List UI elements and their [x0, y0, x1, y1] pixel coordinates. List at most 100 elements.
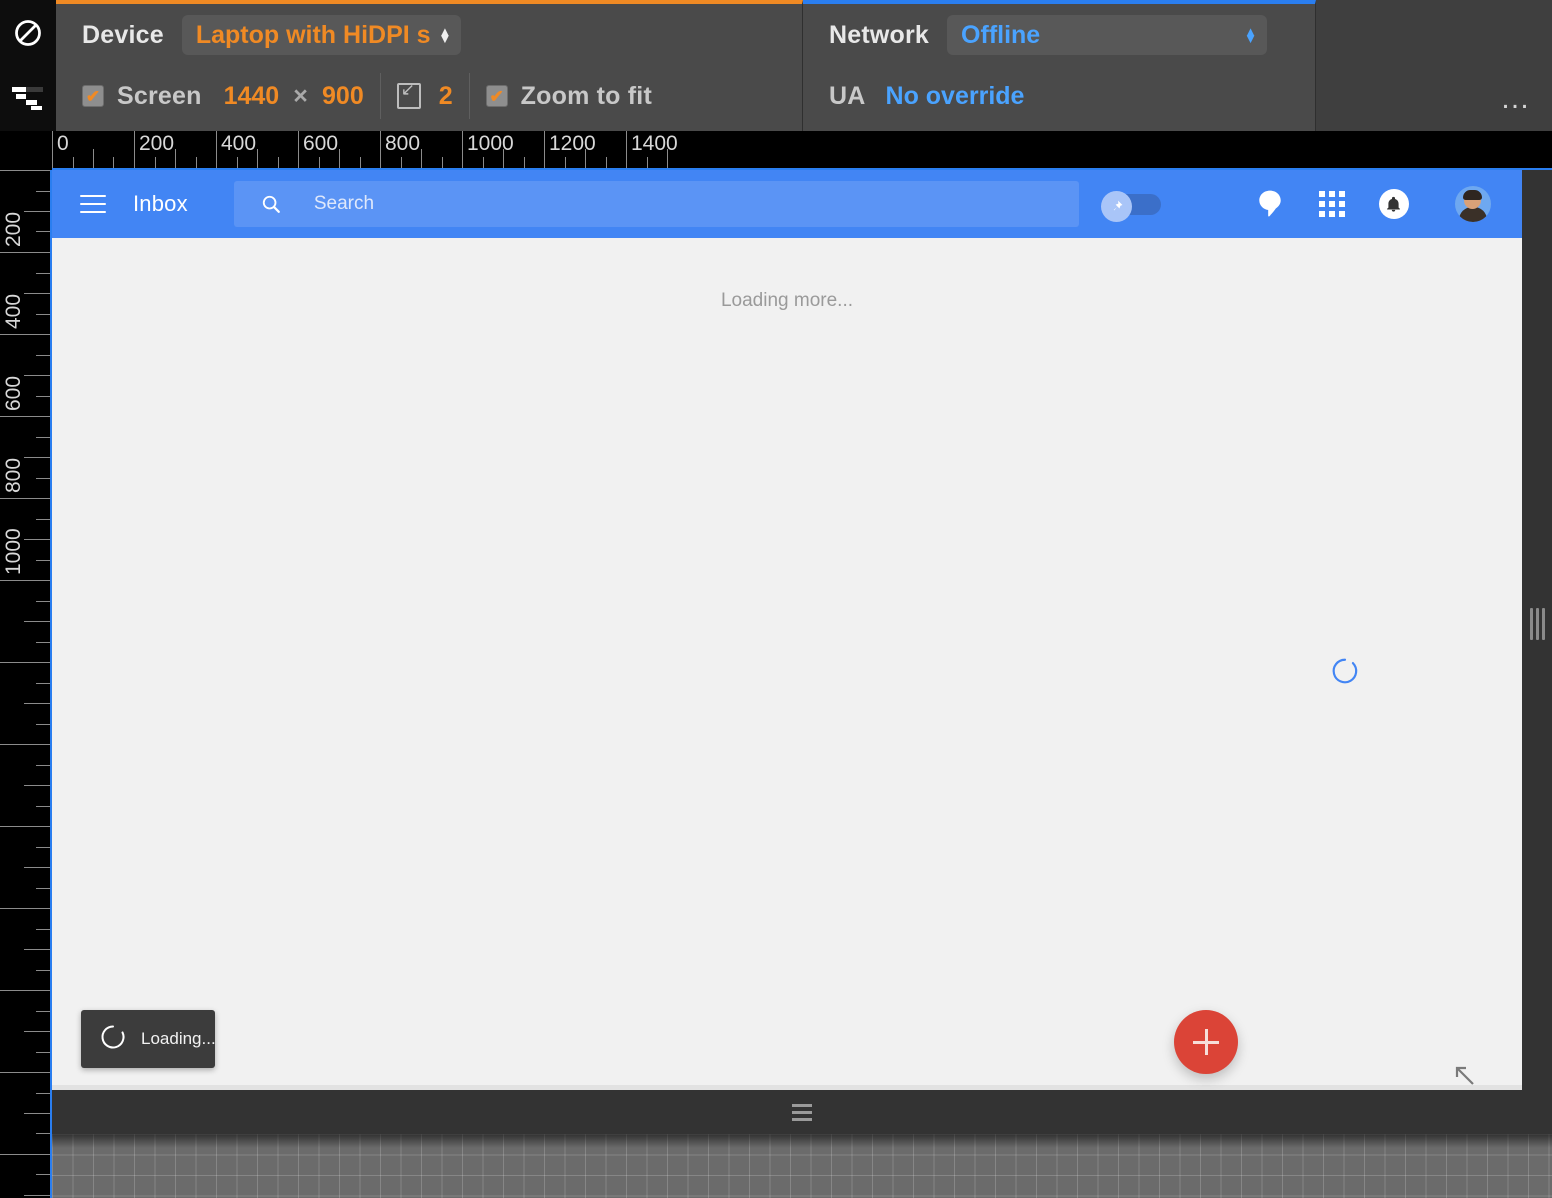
devtools-device-mode-screen: Device Laptop with HiDPI s ▲▼ Screen 144… [0, 0, 1552, 1198]
search-input[interactable]: Search [233, 181, 1079, 227]
ruler-tick [36, 724, 50, 725]
horizontal-ruler: 0 200 400 600 800 1000 1200 1400 [52, 131, 1552, 170]
ruler-tick [0, 1072, 50, 1073]
ruler-tick [36, 642, 50, 643]
ruler-tick [442, 157, 443, 168]
ruler-tick [24, 621, 50, 622]
ruler-label: 800 [385, 132, 421, 155]
overflow-menu-icon[interactable]: … [1500, 84, 1534, 114]
ruler-tick [36, 1174, 50, 1175]
ruler-tick [36, 683, 50, 684]
network-throttling-select[interactable]: Offline ▲ ▼ [947, 15, 1268, 55]
ruler-tick [36, 1052, 50, 1053]
loading-more-text: Loading more... [720, 290, 854, 311]
user-agent-value[interactable]: No override [886, 82, 1025, 111]
ruler-tick [24, 457, 50, 458]
bottom-drawer-grip[interactable] [792, 1103, 812, 1121]
ruler-tick [24, 539, 50, 540]
ruler-tick [73, 157, 74, 168]
ruler-tick [319, 157, 320, 168]
ruler-tick [36, 231, 50, 232]
ruler-tick [0, 744, 50, 745]
ruler-tick [24, 703, 50, 704]
screen-label: Screen [117, 81, 202, 110]
user-agent-label: UA [829, 81, 866, 110]
apps-grid-icon[interactable] [1315, 187, 1349, 221]
avatar[interactable] [1454, 186, 1491, 222]
hamburger-menu-icon[interactable] [80, 195, 106, 213]
ruler-tick [196, 157, 197, 168]
compose-fab-button[interactable] [1174, 1010, 1238, 1074]
ruler-tick [401, 157, 402, 168]
ruler-tick [462, 131, 463, 168]
ruler-tick [626, 131, 627, 168]
ruler-tick [134, 131, 135, 168]
ruler-tick [278, 157, 279, 168]
device-label: Device [82, 20, 164, 49]
chevron-updown-icon: ▲ ▼ [438, 24, 452, 46]
network-label: Network [829, 20, 930, 49]
ruler-tick [36, 888, 50, 889]
ruler-label: 0 [57, 132, 69, 155]
devtools-left-rail [0, 0, 56, 131]
bottom-drawer-bar[interactable] [52, 1090, 1552, 1134]
ruler-tick [36, 519, 50, 520]
ruler-tick [24, 785, 50, 786]
ruler-tick [0, 252, 50, 253]
grid-top-shadow [52, 1134, 1552, 1148]
plus-icon [1193, 1040, 1219, 1044]
device-select-value: Laptop with HiDPI s [195, 20, 431, 49]
right-resize-handle[interactable] [1530, 608, 1545, 640]
zoom-to-fit-checkbox[interactable] [485, 85, 508, 107]
page-title: Inbox [133, 191, 188, 216]
ruler-tick [175, 149, 176, 168]
screen-checkbox[interactable] [82, 85, 104, 107]
divider [468, 73, 470, 119]
ruler-tick [36, 314, 50, 315]
resize-corner-icon[interactable] [1452, 1063, 1476, 1087]
ruler-tick [36, 396, 50, 397]
ruler-tick [36, 273, 50, 274]
screen-height-input[interactable]: 900 [322, 82, 364, 111]
pin-toggle[interactable] [1100, 191, 1161, 222]
block-icon[interactable] [0, 0, 56, 65]
ruler-tick [36, 601, 50, 602]
loading-spinner [1330, 656, 1360, 691]
ruler-label: 400 [2, 293, 25, 329]
ruler-label: 200 [2, 211, 25, 247]
throttling-icon[interactable] [0, 65, 56, 130]
ruler-tick [36, 929, 50, 930]
network-settings-section: Network Offline ▲ ▼ UA No override [803, 0, 1316, 131]
ruler-tick [257, 149, 258, 168]
ruler-tick [36, 806, 50, 807]
notifications-bell-icon[interactable] [1377, 187, 1411, 221]
ruler-tick [298, 131, 299, 168]
device-pixel-ratio-input[interactable]: 2 [439, 82, 453, 111]
toast-spinner [99, 1023, 127, 1056]
ruler-tick [606, 157, 607, 168]
ruler-label: 1000 [2, 528, 25, 575]
ruler-tick [24, 1113, 50, 1114]
ruler-tick [216, 131, 217, 168]
ruler-tick [0, 908, 50, 909]
ruler-tick [360, 157, 361, 168]
hangouts-icon[interactable] [1253, 187, 1287, 221]
ruler-tick [24, 1031, 50, 1032]
ruler-tick [36, 437, 50, 438]
right-gutter [1522, 170, 1552, 1198]
device-select[interactable]: Laptop with HiDPI s ▲ ▼ [181, 15, 462, 55]
ruler-tick [24, 1195, 50, 1196]
ruler-tick [52, 131, 53, 168]
ruler-tick [0, 1154, 50, 1155]
chevron-updown-icon: ▲ ▼ [1244, 24, 1258, 46]
ruler-tick [36, 355, 50, 356]
ruler-tick [380, 131, 381, 168]
ruler-corner [0, 131, 52, 170]
ruler-tick [36, 1133, 50, 1134]
ruler-tick [647, 157, 648, 168]
ruler-tick [155, 157, 156, 168]
ruler-label: 1000 [467, 132, 514, 155]
ruler-tick [36, 1093, 50, 1094]
screen-width-input[interactable]: 1440 [224, 82, 280, 111]
ruler-tick [544, 131, 545, 168]
